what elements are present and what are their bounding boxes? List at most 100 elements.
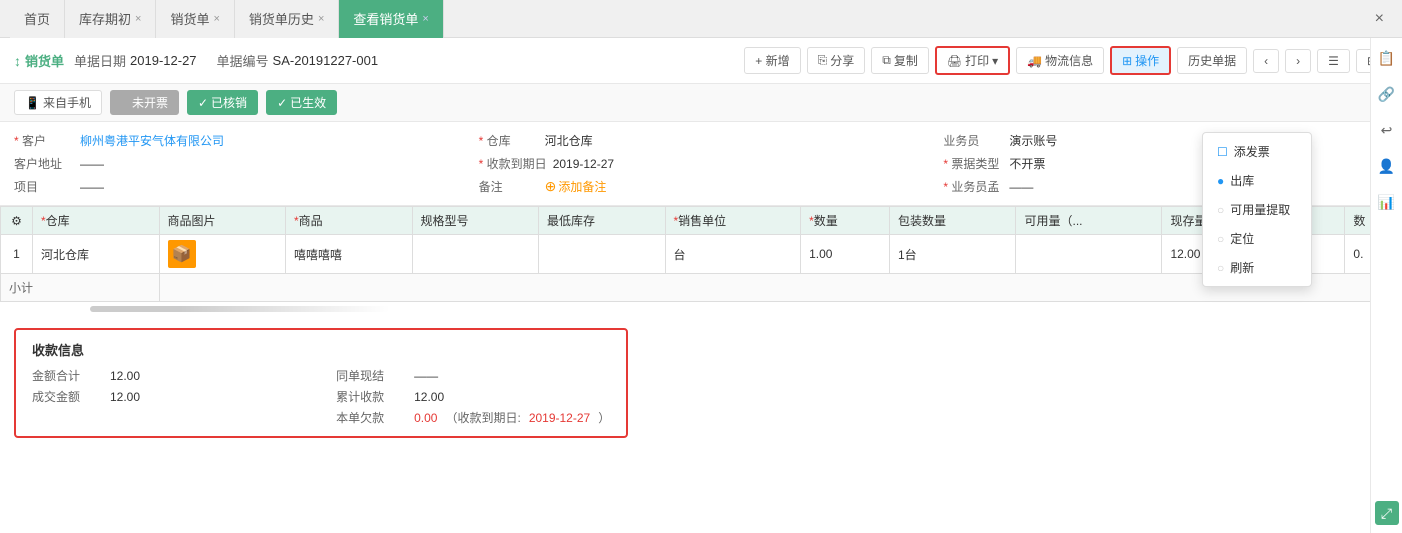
sidebar-icon-doc[interactable]: 📋	[1375, 46, 1399, 70]
add-notes-icon: ⊕	[545, 178, 557, 195]
arrears-date: 2019-12-27	[529, 411, 590, 425]
customer-field: * 客户 柳州粤港平安气体有限公司	[14, 132, 459, 149]
scroll-indicator	[90, 306, 390, 312]
staff-field: 业务员 演示账号	[943, 132, 1388, 149]
copy-button[interactable]: ⧉ 复制	[871, 47, 929, 74]
nav-prev-button[interactable]: ‹	[1253, 49, 1279, 73]
share-button[interactable]: ⎘ 分享	[807, 47, 866, 74]
sidebar-icon-link[interactable]: 🔗	[1375, 82, 1399, 106]
col-pack-qty: 包装数量	[889, 207, 1016, 235]
cancel-button[interactable]: ✓ 已生效	[266, 90, 337, 115]
add-invoice-item[interactable]: ☐ 添发票	[1203, 137, 1311, 166]
available-qty-label: 可用量提取	[1230, 201, 1290, 218]
tab-bar-close-btn[interactable]: ×	[1367, 10, 1392, 28]
add-invoice-label: 添发票	[1234, 143, 1270, 160]
tab-bar: 首页 库存期初 × 销货单 × 销货单历史 × 查看销货单 × ×	[0, 0, 1402, 38]
staff-value: 演示账号	[1009, 132, 1057, 149]
tab-check-sales[interactable]: 查看销货单 ×	[339, 0, 443, 38]
project-field: 项目 ——	[14, 178, 459, 195]
warehouse-field: * 仓库 河北仓库	[479, 132, 924, 149]
cumulative-label: 累计收款	[336, 388, 406, 405]
available-qty-item[interactable]: ○ 可用量提取	[1203, 195, 1311, 224]
arrears-label: 本单欠款	[336, 409, 406, 426]
payment-info-title: 收款信息	[32, 340, 610, 359]
arrears-note: （收款到期日:	[445, 409, 520, 426]
payment-date-value: 2019-12-27	[553, 157, 614, 171]
row-pack-qty: 1台	[889, 235, 1016, 274]
address-field: 客户地址 ——	[14, 155, 459, 172]
main-content: ↕ 销货单 单据日期 2019-12-27 单据编号 SA-20191227-0…	[0, 38, 1402, 533]
tab-sales-history[interactable]: 销货单历史 ×	[235, 0, 339, 38]
payment-info-grid: 金额合计 12.00 成交金额 12.00 同单现结 —— 累计收款	[32, 367, 610, 426]
tab-history-label: 销货单历史	[249, 9, 314, 28]
print-button[interactable]: 🖨 打印 ▾	[935, 46, 1010, 75]
payment-date-field: * 收款到期日 2019-12-27	[479, 155, 924, 172]
amount-total-value: 12.00	[110, 369, 140, 383]
tab-check-label: 查看销货单	[353, 9, 418, 28]
tab-sales-close[interactable]: ×	[213, 13, 219, 25]
add-button[interactable]: + 新增	[744, 47, 800, 74]
ticket-type-field: * 票据类型 不开票	[943, 155, 1388, 172]
data-table: ⚙ *仓库 商品图片 *商品 规格型号 最低库存 *销售单位 *数量 包装数量 …	[0, 206, 1402, 302]
arrears-end: ）	[598, 409, 610, 426]
tab-inventory-init[interactable]: 库存期初 ×	[65, 0, 156, 38]
print-chevron: ▾	[992, 54, 998, 68]
locate-item[interactable]: ○ 定位	[1203, 224, 1311, 253]
confirm-button[interactable]: ✓ 已核销	[187, 90, 258, 115]
outbound-item[interactable]: ● 出库	[1203, 166, 1311, 195]
logistics-button[interactable]: 🚚 物流信息	[1016, 47, 1104, 74]
history-button[interactable]: 历史单据	[1177, 47, 1247, 74]
tab-home[interactable]: 首页	[10, 0, 65, 38]
list-view-button[interactable]: ☰	[1317, 49, 1350, 73]
not-open-dot	[121, 99, 129, 107]
table-container: ⚙ *仓库 商品图片 *商品 规格型号 最低库存 *销售单位 *数量 包装数量 …	[0, 205, 1402, 316]
refresh-icon: ○	[1217, 261, 1224, 275]
tab-sales-label: 销货单	[170, 9, 209, 28]
sidebar-icon-user[interactable]: 👤	[1375, 154, 1399, 178]
from-mobile-button[interactable]: 📱 来自手机	[14, 90, 102, 115]
warehouse-value: 河北仓库	[545, 132, 593, 149]
tab-check-close[interactable]: ×	[422, 13, 428, 25]
col-quantity: *数量	[801, 207, 890, 235]
doc-type-label: 销货单	[25, 51, 64, 70]
warehouse-label: * 仓库	[479, 132, 539, 149]
right-sidebar: 📋 🔗 ↩ 👤 📊 ⤢	[1370, 38, 1402, 533]
payment-date-label: * 收款到期日	[479, 155, 547, 172]
sidebar-icon-chart[interactable]: 📊	[1375, 190, 1399, 214]
subtotal-label: 小计	[1, 274, 160, 302]
locate-icon: ○	[1217, 232, 1224, 246]
cumulative-value: 12.00	[414, 390, 444, 404]
doc-date-label: 单据日期	[74, 51, 126, 70]
logistics-icon: 🚚	[1027, 54, 1042, 68]
copy-label: 复制	[894, 52, 918, 69]
tab-history-close[interactable]: ×	[318, 13, 324, 25]
refresh-item[interactable]: ○ 刷新	[1203, 253, 1311, 282]
tab-sales-order[interactable]: 销货单 ×	[156, 0, 234, 38]
row-min-stock	[539, 235, 666, 274]
operation-button[interactable]: ⊞ 操作	[1110, 46, 1171, 75]
address-label: 客户地址	[14, 155, 74, 172]
notes-field: 备注 ⊕ 添加备注	[479, 178, 924, 195]
nav-next-button[interactable]: ›	[1285, 49, 1311, 73]
sidebar-icon-expand[interactable]: ⤢	[1375, 501, 1399, 525]
tab-home-label: 首页	[24, 9, 50, 28]
add-notes-button[interactable]: ⊕ 添加备注	[545, 178, 607, 195]
sidebar-icon-undo[interactable]: ↩	[1375, 118, 1399, 142]
operation-icon: ⊞	[1122, 54, 1132, 68]
col-min-stock: 最低库存	[539, 207, 666, 235]
doc-number-label: 单据编号	[217, 51, 269, 70]
sub-toolbar: 📱 来自手机 未开票 ✓ 已核销 ✓ 已生效	[0, 84, 1402, 122]
doc-type-badge: ↕ 销货单	[14, 51, 64, 70]
col-sales-unit: *销售单位	[665, 207, 801, 235]
col-settings[interactable]: ⚙	[1, 207, 33, 235]
doc-meta: 单据日期 2019-12-27 单据编号 SA-20191227-001	[74, 51, 378, 70]
not-open-button[interactable]: 未开票	[110, 90, 179, 115]
tab-inventory-close[interactable]: ×	[135, 13, 141, 25]
amount-total-label: 金额合计	[32, 367, 102, 384]
sales-staff-value: ——	[1009, 180, 1033, 194]
doc-number-value: SA-20191227-001	[273, 53, 379, 68]
print-label: 打印	[965, 52, 989, 69]
transaction-label: 同单现结	[336, 367, 406, 384]
customer-value[interactable]: 柳州粤港平安气体有限公司	[80, 132, 224, 149]
subtotal-row: 小计	[1, 274, 1402, 302]
